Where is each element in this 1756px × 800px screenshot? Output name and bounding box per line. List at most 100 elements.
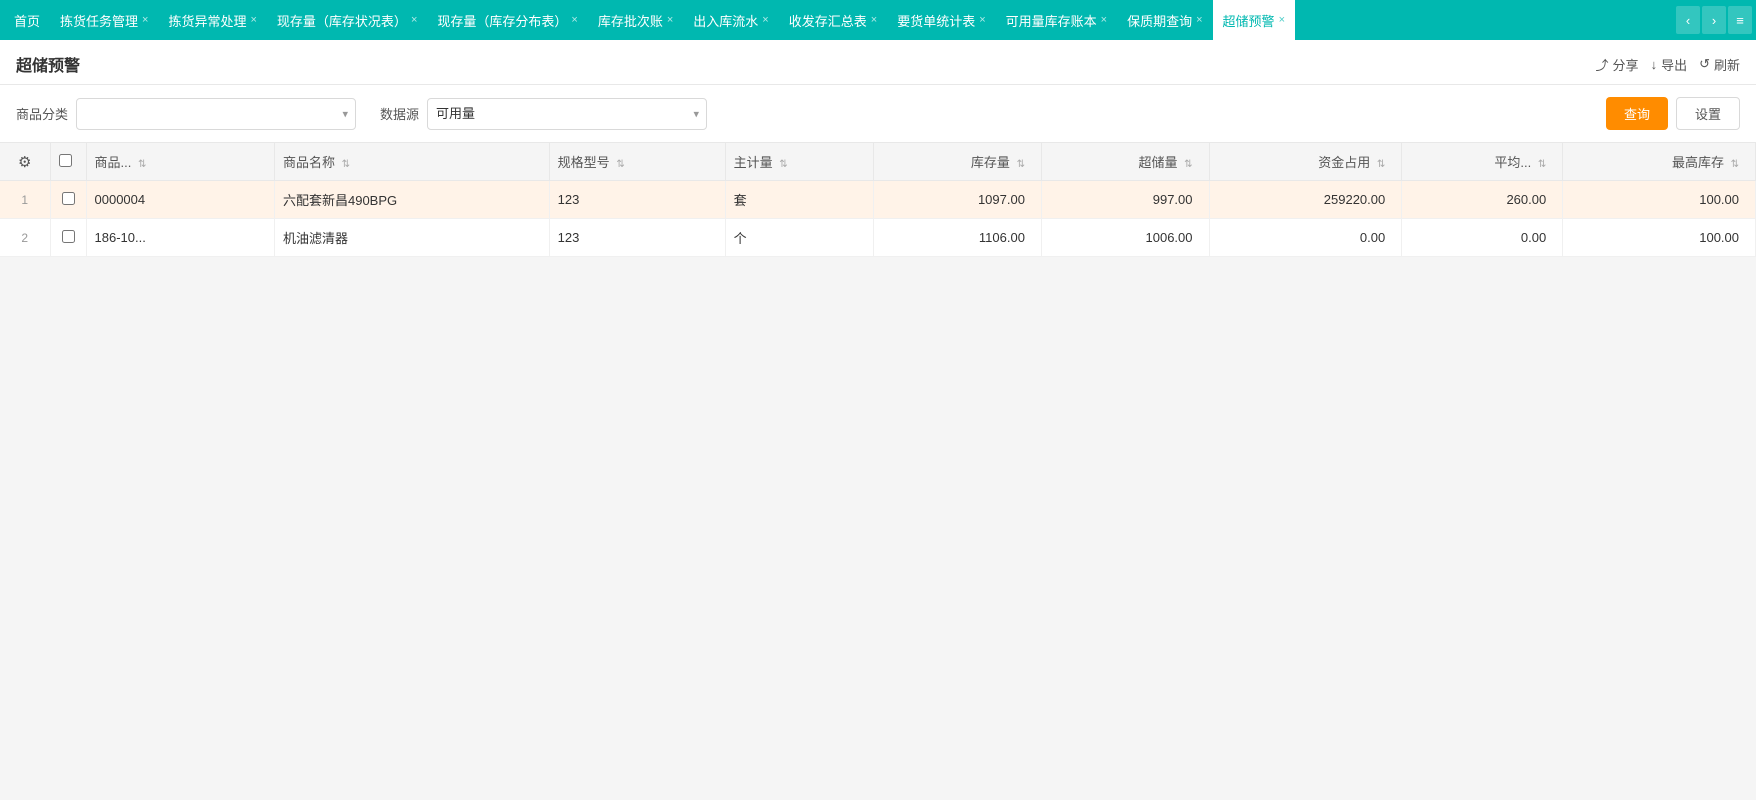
nav-label-order-stat: 要货单统计表 xyxy=(897,11,975,30)
sort-icon-avg: ⇅ xyxy=(1538,159,1546,170)
nav-item-summary[interactable]: 收发存汇总表 × xyxy=(779,0,887,40)
nav-item-order-stat[interactable]: 要货单统计表 × xyxy=(887,0,995,40)
row-checkbox-cell xyxy=(50,181,86,219)
sort-icon-unit: ⇅ xyxy=(779,159,787,170)
nav-more-button[interactable]: ≡ xyxy=(1728,6,1752,34)
nav-label-overstock: 超储预警 xyxy=(1223,11,1275,30)
table-row: 1 0000004 六配套新昌490BPG 123 套 1097.00 997.… xyxy=(0,181,1756,219)
nav-item-overstock[interactable]: 超储预警 × xyxy=(1213,0,1295,40)
nav-label-flow: 出入库流水 xyxy=(693,11,758,30)
refresh-button[interactable]: ↺ 刷新 xyxy=(1699,55,1740,74)
sort-icon-spec: ⇅ xyxy=(616,159,624,170)
nav-label-exception: 拣货异常处理 xyxy=(168,11,246,30)
row-checkbox-cell xyxy=(50,219,86,257)
th-unit[interactable]: 主计量 ⇅ xyxy=(725,143,874,181)
th-code[interactable]: 商品... ⇅ xyxy=(86,143,274,181)
nav-item-flow[interactable]: 出入库流水 × xyxy=(683,0,778,40)
row-checkbox[interactable] xyxy=(62,230,75,243)
page-title: 超储预警 xyxy=(16,52,80,76)
nav-label-stock-status: 现存量（库存状况表） xyxy=(277,11,407,30)
th-spec[interactable]: 规格型号 ⇅ xyxy=(549,143,725,181)
nav-label-task: 拣货任务管理 xyxy=(60,11,138,30)
share-label: 分享 xyxy=(1613,55,1639,74)
close-icon-stock-dist[interactable]: × xyxy=(571,14,577,26)
close-icon-flow[interactable]: × xyxy=(762,14,768,26)
nav-label-expiry: 保质期查询 xyxy=(1127,11,1192,30)
row-checkbox[interactable] xyxy=(62,192,75,205)
nav-label-batch: 库存批次账 xyxy=(598,11,663,30)
close-icon-batch[interactable]: × xyxy=(667,14,673,26)
th-maxstock-label: 最高库存 xyxy=(1672,155,1724,170)
refresh-icon: ↺ xyxy=(1699,56,1710,72)
row-avg: 0.00 xyxy=(1402,219,1563,257)
row-maxstock: 100.00 xyxy=(1563,181,1756,219)
close-icon-available[interactable]: × xyxy=(1101,14,1107,26)
row-index: 1 xyxy=(0,181,50,219)
header-actions: ⤴ 分享 ↓ 导出 ↺ 刷新 xyxy=(1596,55,1740,74)
nav-item-expiry[interactable]: 保质期查询 × xyxy=(1117,0,1212,40)
share-icon: ⤴ xyxy=(1596,55,1609,74)
nav-next-button[interactable]: › xyxy=(1702,6,1726,34)
th-maxstock[interactable]: 最高库存 ⇅ xyxy=(1563,143,1756,181)
th-spec-label: 规格型号 xyxy=(558,155,610,170)
row-capital: 0.00 xyxy=(1209,219,1402,257)
close-icon-task[interactable]: × xyxy=(142,14,148,26)
nav-label-available: 可用量库存账本 xyxy=(1006,11,1097,30)
th-capital[interactable]: 资金占用 ⇅ xyxy=(1209,143,1402,181)
filter-category-label: 商品分类 xyxy=(16,104,68,123)
th-avg[interactable]: 平均... ⇅ xyxy=(1402,143,1563,181)
nav-item-available[interactable]: 可用量库存账本 × xyxy=(996,0,1117,40)
query-button[interactable]: 查询 xyxy=(1606,97,1668,130)
filter-datasource: 数据源 可用量 ▾ xyxy=(380,98,707,130)
nav-bar: 首页 拣货任务管理 × 拣货异常处理 × 现存量（库存状况表） × 现存量（库存… xyxy=(0,0,1756,40)
filter-datasource-select[interactable]: 可用量 xyxy=(427,98,707,130)
nav-item-task[interactable]: 拣货任务管理 × xyxy=(50,0,158,40)
nav-item-exception[interactable]: 拣货异常处理 × xyxy=(158,0,266,40)
sort-icon-capital: ⇅ xyxy=(1377,159,1385,170)
th-unit-label: 主计量 xyxy=(734,155,773,170)
nav-item-home[interactable]: 首页 xyxy=(4,0,50,40)
nav-item-batch[interactable]: 库存批次账 × xyxy=(588,0,683,40)
settings-button[interactable]: 设置 xyxy=(1676,97,1740,130)
close-icon-order-stat[interactable]: × xyxy=(979,14,985,26)
sort-icon-code: ⇅ xyxy=(138,159,146,170)
th-overstock-label: 超储量 xyxy=(1138,155,1177,170)
row-stock: 1106.00 xyxy=(874,219,1042,257)
close-icon-overstock[interactable]: × xyxy=(1279,14,1285,26)
nav-item-stock-dist[interactable]: 现存量（库存分布表） × xyxy=(427,0,587,40)
table-body: 1 0000004 六配套新昌490BPG 123 套 1097.00 997.… xyxy=(0,181,1756,257)
close-icon-exception[interactable]: × xyxy=(250,14,256,26)
nav-label-summary: 收发存汇总表 xyxy=(789,11,867,30)
th-settings[interactable]: ⚙ xyxy=(0,143,50,181)
row-index: 2 xyxy=(0,219,50,257)
export-button[interactable]: ↓ 导出 xyxy=(1651,55,1688,74)
nav-item-stock-status[interactable]: 现存量（库存状况表） × xyxy=(267,0,427,40)
th-name[interactable]: 商品名称 ⇅ xyxy=(274,143,549,181)
close-icon-summary[interactable]: × xyxy=(871,14,877,26)
close-icon-stock-status[interactable]: × xyxy=(411,14,417,26)
close-icon-expiry[interactable]: × xyxy=(1196,14,1202,26)
nav-label-home: 首页 xyxy=(14,11,40,30)
filter-category-select-wrap: ▾ xyxy=(76,98,356,130)
filter-actions: 查询 设置 xyxy=(1606,97,1740,130)
th-stock-label: 库存量 xyxy=(971,155,1010,170)
row-name: 六配套新昌490BPG xyxy=(274,181,549,219)
filter-category: 商品分类 ▾ xyxy=(16,98,356,130)
nav-prev-button[interactable]: ‹ xyxy=(1676,6,1700,34)
nav-label-stock-dist: 现存量（库存分布表） xyxy=(437,11,567,30)
row-overstock: 1006.00 xyxy=(1041,219,1209,257)
sort-icon-name: ⇅ xyxy=(342,159,350,170)
th-avg-label: 平均... xyxy=(1494,155,1531,170)
table-header-row: ⚙ 商品... ⇅ 商品名称 ⇅ 规格型号 ⇅ 主计量 xyxy=(0,143,1756,181)
export-icon: ↓ xyxy=(1651,57,1658,72)
data-table: ⚙ 商品... ⇅ 商品名称 ⇅ 规格型号 ⇅ 主计量 xyxy=(0,143,1756,257)
share-button[interactable]: ⤴ 分享 xyxy=(1596,55,1639,74)
th-capital-label: 资金占用 xyxy=(1318,155,1370,170)
table-row: 2 186-10... 机油滤清器 123 个 1106.00 1006.00 … xyxy=(0,219,1756,257)
select-all-checkbox[interactable] xyxy=(59,154,72,167)
th-stock[interactable]: 库存量 ⇅ xyxy=(874,143,1042,181)
th-overstock[interactable]: 超储量 ⇅ xyxy=(1041,143,1209,181)
row-unit: 个 xyxy=(725,219,874,257)
row-code: 0000004 xyxy=(86,181,274,219)
filter-category-select[interactable] xyxy=(76,98,356,130)
